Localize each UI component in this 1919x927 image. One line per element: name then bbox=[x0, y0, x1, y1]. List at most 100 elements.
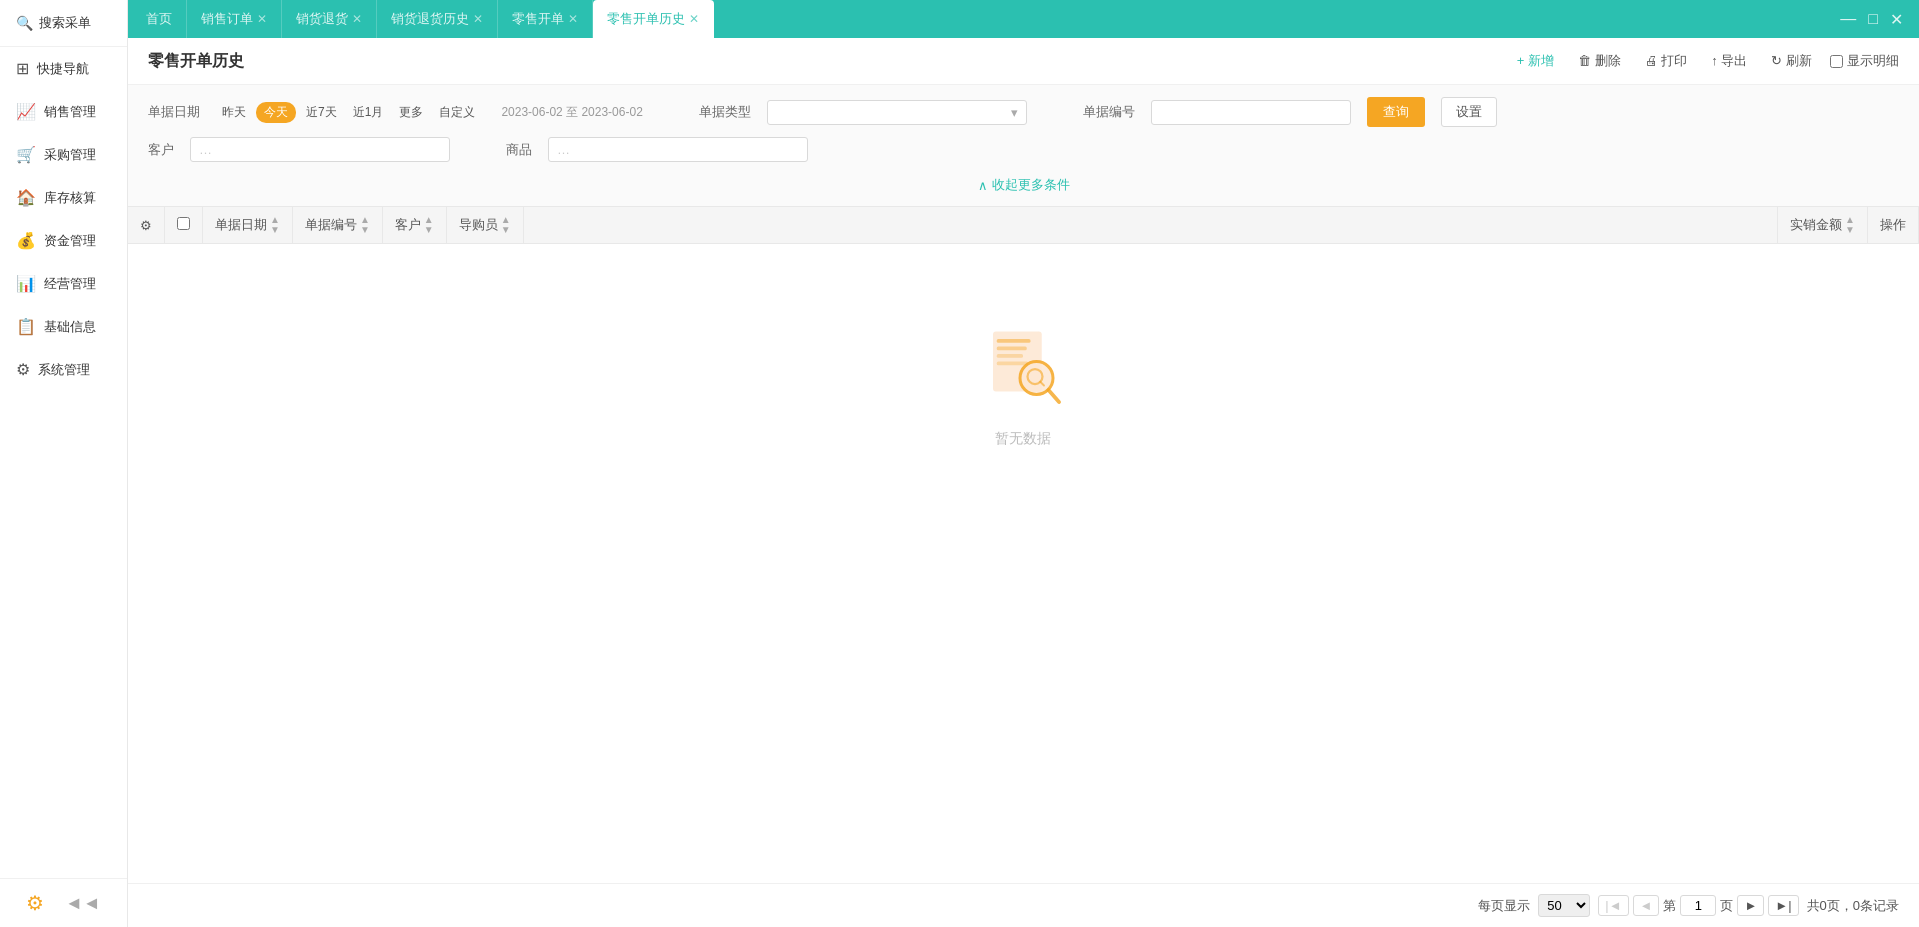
sidebar-item-quick-nav[interactable]: ⊞ 快捷导航 bbox=[0, 47, 127, 90]
page-unit: 页 bbox=[1720, 897, 1733, 915]
collapse-bar[interactable]: ∧ 收起更多条件 bbox=[148, 172, 1899, 202]
window-close-button[interactable]: ✕ bbox=[1890, 10, 1903, 29]
tab-sales-return-history[interactable]: 销货退货历史 ✕ bbox=[377, 0, 498, 38]
page-size-select[interactable]: 10 20 50 100 bbox=[1538, 894, 1590, 917]
date-1month-btn[interactable]: 近1月 bbox=[347, 102, 390, 123]
goods-dots: … bbox=[557, 142, 570, 157]
finance-icon: 💰 bbox=[16, 231, 36, 250]
doc-number-label: 单据编号 bbox=[1083, 103, 1135, 121]
th-number-sort[interactable]: 单据编号 ▲▼ bbox=[305, 215, 370, 235]
sidebar-item-finance[interactable]: 💰 资金管理 bbox=[0, 219, 127, 262]
date-custom-btn[interactable]: 自定义 bbox=[433, 102, 481, 123]
doc-type-chevron-icon: ▾ bbox=[1011, 105, 1018, 120]
first-page-btn[interactable]: |◄ bbox=[1598, 895, 1628, 916]
empty-state: 暂无数据 bbox=[128, 244, 1919, 528]
table-header-row: ⚙ 单据日期 ▲▼ 单据编号 bbox=[128, 207, 1919, 244]
th-salesperson-sort[interactable]: 导购员 ▲▼ bbox=[459, 215, 511, 235]
tab-retail-open-history-close[interactable]: ✕ bbox=[689, 12, 699, 26]
svg-rect-1 bbox=[997, 339, 1031, 343]
pagination: 每页显示 10 20 50 100 |◄ ◄ 第 页 ► ►| 共0页，0条记录 bbox=[128, 883, 1919, 927]
th-settings[interactable]: ⚙ bbox=[128, 207, 165, 244]
settings-icon[interactable]: ⚙ bbox=[140, 218, 152, 233]
th-checkbox[interactable] bbox=[165, 207, 203, 244]
show-detail-checkbox[interactable] bbox=[1830, 55, 1843, 68]
tab-retail-open-history[interactable]: 零售开单历史 ✕ bbox=[593, 0, 714, 38]
date-7days-btn[interactable]: 近7天 bbox=[300, 102, 343, 123]
th-amount-sort[interactable]: 实销金额 ▲▼ bbox=[1790, 215, 1855, 235]
page-label: 第 bbox=[1663, 897, 1676, 915]
sidebar-item-purchase-mgmt[interactable]: 🛒 采购管理 bbox=[0, 133, 127, 176]
page-header: 零售开单历史 + 新增 🗑 删除 🖨 打印 ↑ 导出 ↻ 刷新 显示明细 bbox=[128, 38, 1919, 85]
tab-bar-end: — □ ✕ bbox=[1840, 10, 1915, 29]
date-today-btn[interactable]: 今天 bbox=[256, 102, 296, 123]
refresh-button[interactable]: ↻ 刷新 bbox=[1765, 48, 1818, 74]
collapse-icon: ∧ bbox=[978, 178, 988, 193]
print-button[interactable]: 🖨 打印 bbox=[1639, 48, 1694, 74]
settings-gear-icon[interactable]: ⚙ bbox=[26, 891, 44, 915]
goods-label: 商品 bbox=[506, 141, 532, 159]
tab-sales-return-history-label: 销货退货历史 bbox=[391, 10, 469, 28]
quick-nav-icon: ⊞ bbox=[16, 59, 29, 78]
tab-sales-return-history-close[interactable]: ✕ bbox=[473, 12, 483, 26]
customer-select[interactable]: … bbox=[190, 137, 450, 162]
page-title: 零售开单历史 bbox=[148, 51, 244, 72]
add-button[interactable]: + 新增 bbox=[1511, 48, 1560, 74]
export-button[interactable]: ↑ 导出 bbox=[1705, 48, 1753, 74]
tab-sales-return-close[interactable]: ✕ bbox=[352, 12, 362, 26]
delete-button[interactable]: 🗑 删除 bbox=[1572, 48, 1627, 74]
sidebar-search[interactable]: 🔍 搜索采单 bbox=[0, 0, 127, 47]
date-filter-label: 单据日期 bbox=[148, 103, 200, 121]
sidebar-item-label: 经营管理 bbox=[44, 275, 96, 293]
show-detail-checkbox-label[interactable]: 显示明细 bbox=[1830, 52, 1899, 70]
doc-type-select[interactable]: ▾ bbox=[767, 100, 1027, 125]
th-customer-label: 客户 bbox=[395, 216, 421, 234]
date-more-btn[interactable]: 更多 bbox=[393, 102, 429, 123]
settings-button[interactable]: 设置 bbox=[1441, 97, 1497, 127]
tab-retail-open-close[interactable]: ✕ bbox=[568, 12, 578, 26]
next-page-btn[interactable]: ► bbox=[1737, 895, 1764, 916]
date-sort-icon: ▲▼ bbox=[270, 215, 280, 235]
sidebar-item-operations[interactable]: 📊 经营管理 bbox=[0, 262, 127, 305]
tab-sales-order[interactable]: 销售订单 ✕ bbox=[187, 0, 282, 38]
table-body: 暂无数据 bbox=[128, 244, 1919, 529]
sidebar-item-inventory[interactable]: 🏠 库存核算 bbox=[0, 176, 127, 219]
sidebar-item-sales-mgmt[interactable]: 📈 销售管理 bbox=[0, 90, 127, 133]
th-date-sort[interactable]: 单据日期 ▲▼ bbox=[215, 215, 280, 235]
window-maximize-button[interactable]: □ bbox=[1868, 10, 1878, 28]
date-buttons: 昨天 今天 近7天 近1月 更多 自定义 bbox=[216, 102, 481, 123]
tab-sales-order-close[interactable]: ✕ bbox=[257, 12, 267, 26]
goods-select[interactable]: … bbox=[548, 137, 808, 162]
th-salesperson-label: 导购员 bbox=[459, 216, 498, 234]
current-page-input[interactable] bbox=[1680, 895, 1716, 916]
date-yesterday-btn[interactable]: 昨天 bbox=[216, 102, 252, 123]
window-minimize-button[interactable]: — bbox=[1840, 10, 1856, 28]
date-range-display: 2023-06-02 至 2023-06-02 bbox=[501, 104, 642, 121]
collapse-label: 收起更多条件 bbox=[992, 176, 1070, 194]
sidebar-item-sys-mgmt[interactable]: ⚙ 系统管理 bbox=[0, 348, 127, 391]
show-detail-label: 显示明细 bbox=[1847, 52, 1899, 70]
sidebar: 🔍 搜索采单 ⊞ 快捷导航 📈 销售管理 🛒 采购管理 🏠 库存核算 💰 资金管… bbox=[0, 0, 128, 927]
sidebar-item-label: 销售管理 bbox=[44, 103, 96, 121]
tab-retail-open[interactable]: 零售开单 ✕ bbox=[498, 0, 593, 38]
prev-page-btn[interactable]: ◄ bbox=[1633, 895, 1660, 916]
sidebar-item-label: 资金管理 bbox=[44, 232, 96, 250]
th-action: 操作 bbox=[1868, 207, 1919, 244]
filter-row-2: 客户 … 商品 … bbox=[148, 137, 1899, 162]
main-area: 首页 销售订单 ✕ 销货退货 ✕ 销货退货历史 ✕ 零售开单 ✕ 零售开单历史 … bbox=[128, 0, 1919, 927]
th-date-label: 单据日期 bbox=[215, 216, 267, 234]
sidebar-collapse-icon[interactable]: ◄◄ bbox=[65, 893, 101, 914]
last-page-btn[interactable]: ►| bbox=[1768, 895, 1798, 916]
filter-area: 单据日期 昨天 今天 近7天 近1月 更多 自定义 2023-06-02 至 2… bbox=[128, 85, 1919, 207]
tab-sales-return[interactable]: 销货退货 ✕ bbox=[282, 0, 377, 38]
svg-line-6 bbox=[1049, 390, 1060, 402]
th-customer-sort[interactable]: 客户 ▲▼ bbox=[395, 215, 434, 235]
sidebar-item-basic-info[interactable]: 📋 基础信息 bbox=[0, 305, 127, 348]
doc-number-input[interactable] bbox=[1151, 100, 1351, 125]
select-all-checkbox[interactable] bbox=[177, 217, 190, 230]
tab-home[interactable]: 首页 bbox=[132, 0, 187, 38]
query-button[interactable]: 查询 bbox=[1367, 97, 1425, 127]
toolbar: + 新增 🗑 删除 🖨 打印 ↑ 导出 ↻ 刷新 显示明细 bbox=[1511, 48, 1899, 74]
customer-sort-icon: ▲▼ bbox=[424, 215, 434, 235]
number-sort-icon: ▲▼ bbox=[360, 215, 370, 235]
th-customer: 客户 ▲▼ bbox=[382, 207, 446, 244]
